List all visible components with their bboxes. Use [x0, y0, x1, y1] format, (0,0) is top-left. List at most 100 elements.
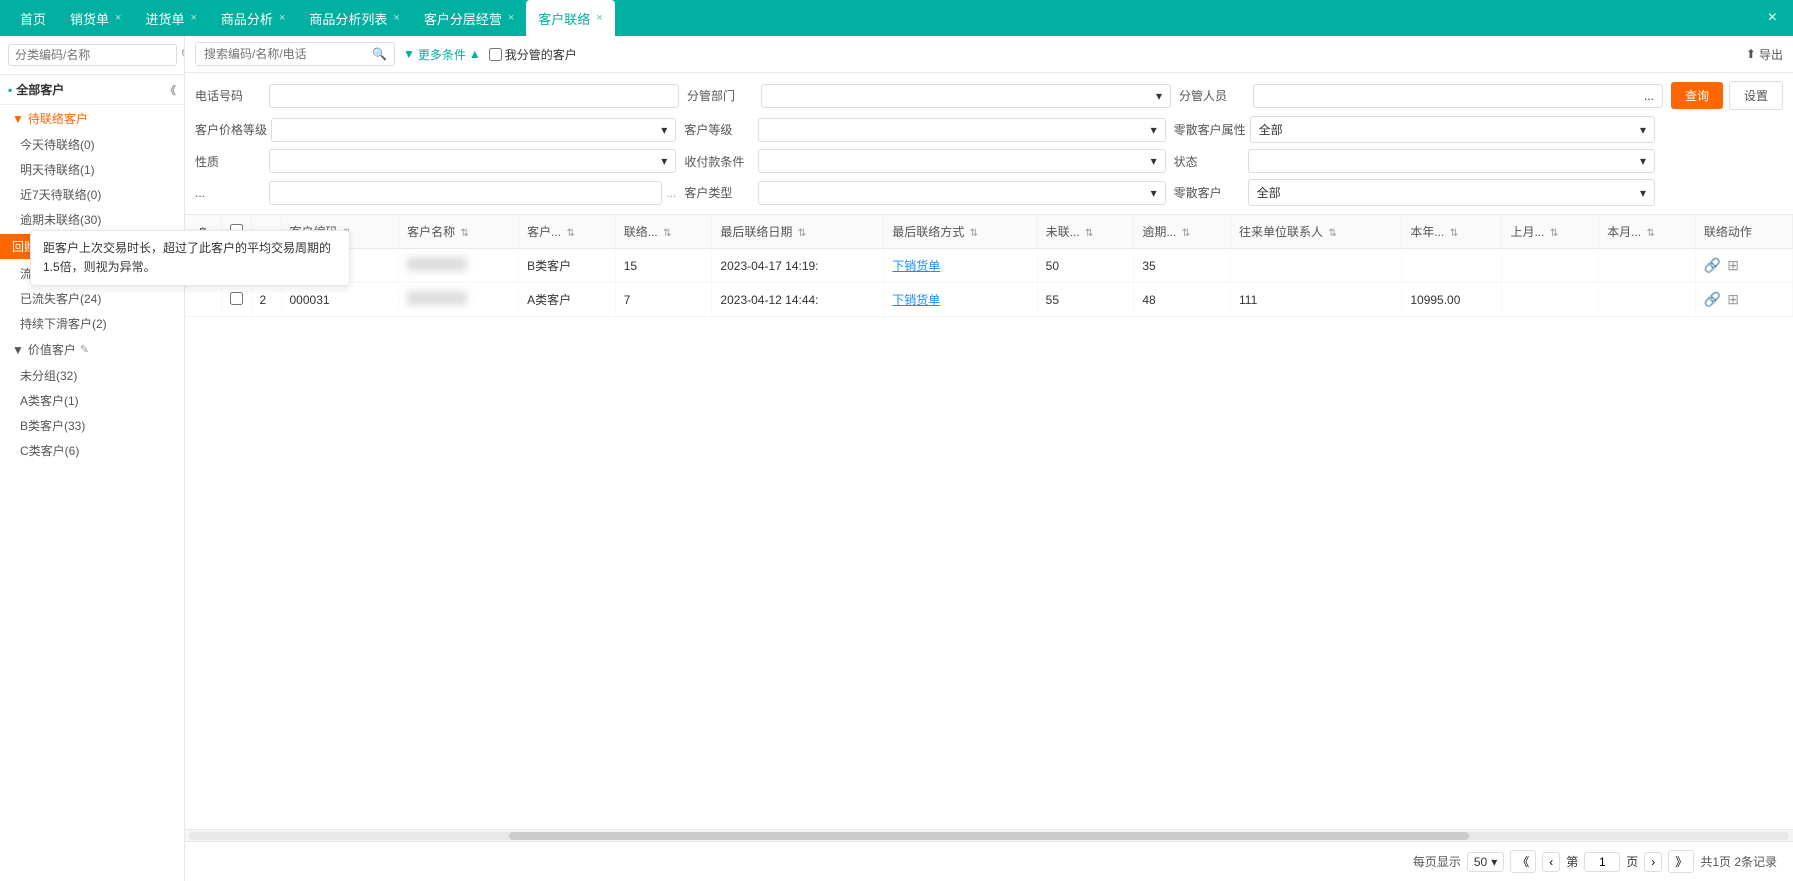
sidebar-item-class-a[interactable]: A类客户(1): [0, 388, 184, 413]
scroll-track[interactable]: [189, 832, 1789, 840]
th-overdue[interactable]: 逾期... ⇅: [1134, 215, 1231, 249]
edit-icon[interactable]: ✎: [80, 343, 89, 356]
payment-select[interactable]: ▾: [758, 149, 1165, 173]
export-btn[interactable]: ⬆ 导出: [1746, 46, 1783, 63]
sidebar-item-today[interactable]: 今天待联络(0): [0, 132, 184, 157]
more-conditions-btn[interactable]: ▼ 更多条件 ▲: [403, 46, 481, 63]
nav-customer-contact[interactable]: 客户联络 ×: [526, 0, 614, 36]
nav-product-list[interactable]: 商品分析列表 ×: [297, 0, 411, 36]
th-last-contact-method[interactable]: 最后联络方式 ⇅: [884, 215, 1037, 249]
extra-input[interactable]: [269, 181, 662, 205]
nav-home[interactable]: 首页: [8, 0, 58, 36]
nav-sales[interactable]: 销货单 ×: [58, 0, 133, 36]
td-method-2[interactable]: 下销货单: [884, 283, 1037, 317]
phone-input[interactable]: [269, 84, 679, 108]
page-size-select[interactable]: 50 ▾: [1467, 852, 1504, 872]
retail-attr-select[interactable]: 全部 ▾: [1250, 116, 1655, 143]
nav-product-analysis-close[interactable]: ×: [279, 12, 285, 24]
first-page-btn[interactable]: 《: [1510, 850, 1536, 873]
person-select[interactable]: ...: [1253, 84, 1663, 108]
setting-btn[interactable]: 设置: [1729, 81, 1783, 110]
row2-checkbox[interactable]: [230, 292, 243, 305]
th-this-year[interactable]: 本年... ⇅: [1402, 215, 1502, 249]
th-last-month[interactable]: 上月... ⇅: [1502, 215, 1599, 249]
sidebar-search-bar: 🔍: [0, 36, 184, 75]
sidebar-item-overdue[interactable]: 逾期未联络(30): [0, 207, 184, 232]
td-type-2: A类客户: [519, 283, 616, 317]
nav-purchase-close[interactable]: ×: [190, 12, 196, 24]
page-input[interactable]: [1584, 852, 1620, 872]
horizontal-scrollbar[interactable]: [185, 829, 1793, 841]
group-value-customer[interactable]: ▼ 价值客户 ✎: [0, 336, 184, 363]
customer-type-select[interactable]: ▾: [758, 181, 1165, 205]
nav-product-analysis[interactable]: 商品分析 ×: [209, 0, 297, 36]
th-company-contact[interactable]: 往来单位联系人 ⇅: [1231, 215, 1402, 249]
sidebar-item-tomorrow[interactable]: 明天待联络(1): [0, 157, 184, 182]
sidebar-item-unclassified[interactable]: 未分组(32): [0, 363, 184, 388]
main-search-input[interactable]: [195, 42, 395, 66]
nav-product-list-close[interactable]: ×: [393, 12, 399, 24]
td-name-2: [399, 283, 519, 317]
retail-customer-select[interactable]: 全部 ▾: [1248, 179, 1655, 206]
sort-overdue-icon: ⇅: [1182, 228, 1190, 239]
td-method-1[interactable]: 下销货单: [884, 249, 1037, 283]
scroll-thumb[interactable]: [509, 832, 1469, 840]
sidebar-item-class-c[interactable]: C类客户(6): [0, 438, 184, 463]
query-btn[interactable]: 查询: [1671, 82, 1723, 109]
last-page-btn[interactable]: 》: [1668, 850, 1694, 873]
th-last-contact-date[interactable]: 最后联络日期 ⇅: [712, 215, 884, 249]
sidebar-search-input[interactable]: [8, 44, 177, 66]
link-icon-2[interactable]: 🔗: [1704, 291, 1721, 308]
td-action-2: 🔗 ⊞: [1695, 283, 1792, 317]
th-type[interactable]: 客户... ⇅: [519, 215, 616, 249]
dept-select[interactable]: ▾: [761, 84, 1171, 108]
collapse-btn[interactable]: 《: [165, 82, 176, 98]
grid-icon-1[interactable]: ⊞: [1727, 257, 1739, 274]
chevron-down-icon: ▾: [1491, 855, 1497, 869]
group-arrow: ▼: [12, 112, 24, 126]
th-this-month[interactable]: 本月... ⇅: [1599, 215, 1696, 249]
filter-field-customer-type: 客户类型 ▾: [684, 181, 1165, 205]
nav-customer-contact-close[interactable]: ×: [596, 12, 602, 24]
sidebar-item-7days[interactable]: 近7天待联络(0): [0, 182, 184, 207]
sort-type-icon: ⇅: [566, 228, 574, 239]
nav-purchase[interactable]: 进货单 ×: [133, 0, 208, 36]
action-icons-1: 🔗 ⊞: [1704, 257, 1784, 274]
nature-select[interactable]: ▾: [269, 149, 676, 173]
more-icon[interactable]: ...: [666, 186, 676, 200]
contact-method-link-1[interactable]: 下销货单: [892, 259, 940, 273]
pagination: 每页显示 50 ▾ 《 ‹ 第 页 › 》 共1页 2条记录: [185, 841, 1793, 881]
nav-customer-layer-close[interactable]: ×: [508, 12, 514, 24]
th-contact[interactable]: 联络... ⇅: [615, 215, 712, 249]
sidebar-item-lost[interactable]: 已流失客户(24): [0, 286, 184, 311]
status-select[interactable]: ▾: [1248, 149, 1655, 173]
all-customers-header[interactable]: ▪ 全部客户 《: [0, 75, 184, 105]
nav-customer-layer[interactable]: 客户分层经营 ×: [412, 0, 526, 36]
chevron-down-icon: ▾: [1640, 154, 1646, 168]
contact-method-link-2[interactable]: 下销货单: [892, 293, 940, 307]
next-page-btn[interactable]: ›: [1644, 852, 1662, 872]
sort-thismonth-icon: ⇅: [1647, 228, 1655, 239]
price-level-select[interactable]: ▾: [271, 118, 676, 142]
grid-icon-2[interactable]: ⊞: [1727, 291, 1739, 308]
main-search-icon[interactable]: 🔍: [372, 47, 387, 61]
sort-lastmonth-icon: ⇅: [1550, 228, 1558, 239]
th-name[interactable]: 客户名称 ⇅: [399, 215, 519, 249]
group-pending-contact[interactable]: ▼ 待联络客户: [0, 105, 184, 132]
my-customers-checkbox[interactable]: [489, 48, 502, 61]
nav-sales-close[interactable]: ×: [115, 12, 121, 24]
filter-field-price-level: 客户价格等级 ▾: [195, 118, 676, 142]
advanced-filters: 电话号码 分管部门 ▾ 分管人员 ...: [185, 73, 1793, 215]
td-checkbox-2[interactable]: [221, 283, 251, 317]
sidebar-item-class-b[interactable]: B类客户(33): [0, 413, 184, 438]
window-close-btn[interactable]: ×: [1760, 9, 1785, 27]
td-date-2: 2023-04-12 14:44:: [712, 283, 884, 317]
td-name-1: [399, 249, 519, 283]
sidebar-item-declining[interactable]: 持续下滑客户(2): [0, 311, 184, 336]
prev-page-btn[interactable]: ‹: [1542, 852, 1560, 872]
link-icon-1[interactable]: 🔗: [1704, 257, 1721, 274]
sort-year-icon: ⇅: [1450, 228, 1458, 239]
th-uncontacted[interactable]: 未联... ⇅: [1037, 215, 1134, 249]
my-customers-checkbox-label[interactable]: 我分管的客户: [489, 46, 577, 63]
customer-level-select[interactable]: ▾: [758, 118, 1165, 142]
